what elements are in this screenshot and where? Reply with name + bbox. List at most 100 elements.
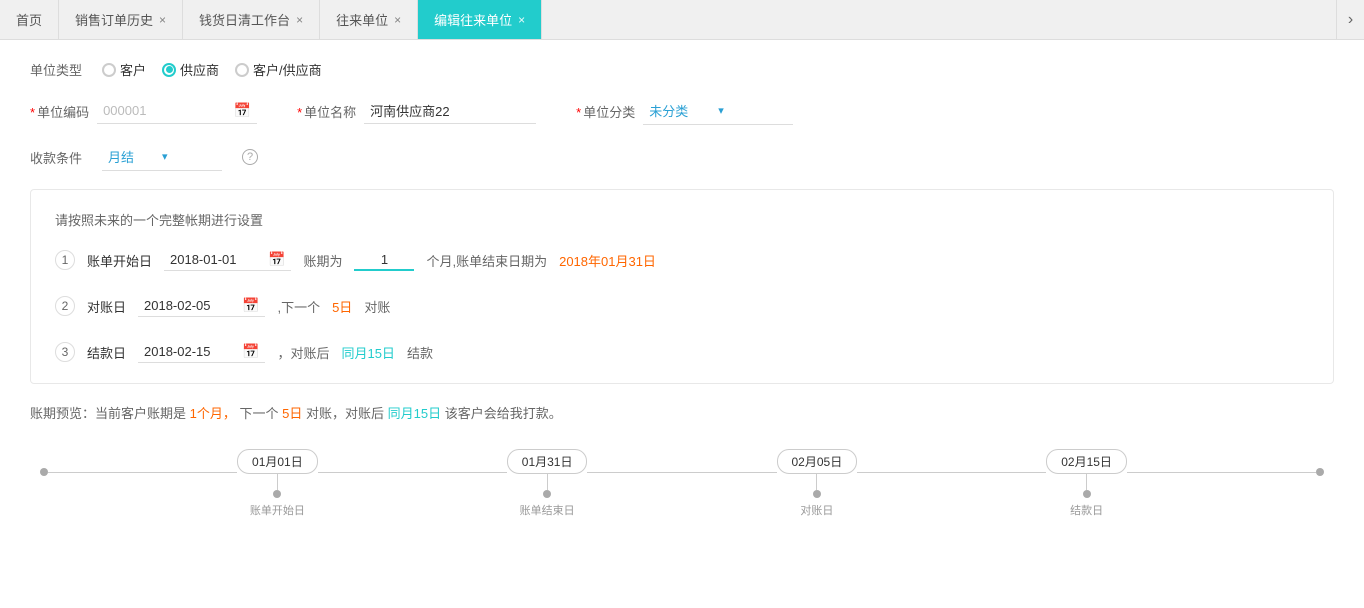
payment-suffix: 结款 xyxy=(407,343,433,362)
timeline-node-2: 01月31日 账单结束日 xyxy=(507,449,588,518)
timeline-node-4-badge: 02月15日 xyxy=(1046,449,1127,474)
tab-scroll-right[interactable]: › xyxy=(1336,0,1364,39)
setting-row-3: 3 结款日 📅 ，对账后 同月15日 结款 xyxy=(55,341,1309,363)
reconcile-date-field[interactable]: 📅 xyxy=(138,295,265,317)
payment-day-highlight: 同月15日 xyxy=(341,343,394,362)
payment-terms-dropdown[interactable]: 月结 ▾ xyxy=(102,143,222,171)
payment-date-input[interactable] xyxy=(144,344,234,359)
timeline-node-1-stem xyxy=(277,474,278,490)
unit-info-row: *单位编码 📅 *单位名称 *单位分类 未分类 ▾ xyxy=(30,97,1334,125)
row-num-3: 3 xyxy=(55,342,75,362)
settings-panel: 请按照未来的一个完整帐期进行设置 1 账单开始日 📅 账期为 个月,账单结束日期… xyxy=(30,189,1334,384)
unit-code-picker-icon[interactable]: 📅 xyxy=(234,102,251,119)
timeline-line-5 xyxy=(1127,472,1316,473)
radio-supplier-label: 供应商 xyxy=(180,60,219,79)
timeline-node-3-stem xyxy=(816,474,817,490)
tab-bar: 首页 销售订单历史 × 钱货日清工作台 × 往来单位 × 编辑往来单位 × › xyxy=(0,0,1364,40)
reconcile-calendar-icon[interactable]: 📅 xyxy=(242,297,259,314)
tab-edit-partner-close[interactable]: × xyxy=(518,13,525,27)
timeline-node-3-dot xyxy=(813,490,821,498)
timeline-left-dot xyxy=(40,468,48,476)
tab-partner-label: 往来单位 xyxy=(336,10,388,29)
bill-start-date-field[interactable]: 📅 xyxy=(164,249,291,271)
tab-sales-history-close[interactable]: × xyxy=(159,13,166,27)
unit-name-input[interactable] xyxy=(370,103,530,118)
radio-customer-supplier-label: 客户/供应商 xyxy=(253,60,322,79)
tab-edit-partner-label: 编辑往来单位 xyxy=(434,10,512,29)
payment-date-calendar-icon[interactable]: 📅 xyxy=(242,343,259,360)
setting-row-2: 2 对账日 📅 ,下一个 5日 对账 xyxy=(55,295,1309,317)
radio-customer-supplier[interactable]: 客户/供应商 xyxy=(235,60,322,79)
preview-highlight1: 1个月， xyxy=(190,406,236,421)
unit-code-field[interactable]: 📅 xyxy=(97,98,257,124)
tab-sales-history-label: 销售订单历史 xyxy=(75,10,153,29)
preview-highlight2: 5日 xyxy=(282,406,302,421)
payment-prefix: ，对账后 xyxy=(277,343,329,362)
timeline-line-4 xyxy=(857,472,1046,473)
unit-code-input[interactable] xyxy=(103,103,230,118)
reconcile-label: 对账日 xyxy=(87,297,126,316)
radio-customer-label: 客户 xyxy=(120,60,146,79)
timeline-node-1: 01月01日 账单开始日 xyxy=(237,449,318,518)
timeline-node-4-dot xyxy=(1083,490,1091,498)
payment-terms-label: 收款条件 xyxy=(30,148,82,167)
radio-supplier[interactable]: 供应商 xyxy=(162,60,219,79)
tab-home-label: 首页 xyxy=(16,10,42,29)
timeline-line-3 xyxy=(587,472,776,473)
tab-partner[interactable]: 往来单位 × xyxy=(320,0,418,39)
timeline-node-4-label: 结款日 xyxy=(1070,502,1103,518)
tab-cash-work-close[interactable]: × xyxy=(296,13,303,27)
main-content: 单位类型 客户 供应商 客户/供应商 *单位编码 📅 xyxy=(0,40,1364,608)
tab-partner-close[interactable]: × xyxy=(394,13,401,27)
bill-end-date-highlight: 2018年01月31日 xyxy=(559,251,656,270)
preview-suffix: 该客户会给我打款。 xyxy=(445,406,562,421)
timeline-node-4: 02月15日 结款日 xyxy=(1046,449,1127,518)
preview-text2: 对账，对账后 xyxy=(306,406,384,421)
tab-cash-work[interactable]: 钱货日清工作台 × xyxy=(183,0,320,39)
tab-cash-work-label: 钱货日清工作台 xyxy=(199,10,290,29)
row-num-2: 2 xyxy=(55,296,75,316)
setting-row-1: 1 账单开始日 📅 账期为 个月,账单结束日期为 2018年01月31日 xyxy=(55,249,1309,271)
radio-supplier-circle xyxy=(162,63,176,77)
tab-home[interactable]: 首页 xyxy=(0,0,59,39)
unit-category-dropdown[interactable]: 未分类 ▾ xyxy=(643,97,793,125)
payment-terms-arrow-icon: ▾ xyxy=(162,150,216,163)
timeline-node-2-dot xyxy=(543,490,551,498)
bill-start-calendar-icon[interactable]: 📅 xyxy=(268,251,285,268)
unit-type-label: 单位类型 xyxy=(30,60,82,79)
period-value-input[interactable] xyxy=(354,250,414,271)
radio-customer-supplier-circle xyxy=(235,63,249,77)
period-suffix: 个月,账单结束日期为 xyxy=(426,251,547,270)
unit-name-label: *单位名称 xyxy=(297,102,356,121)
preview-highlight3: 同月15日 xyxy=(388,406,441,421)
reconcile-date-input[interactable] xyxy=(144,298,234,313)
radio-customer[interactable]: 客户 xyxy=(102,60,146,79)
help-icon[interactable]: ? xyxy=(242,149,258,165)
tab-edit-partner[interactable]: 编辑往来单位 × xyxy=(418,0,542,39)
timeline-right-dot xyxy=(1316,468,1324,476)
timeline-node-1-dot xyxy=(273,490,281,498)
preview-middle: 下一个 xyxy=(240,406,279,421)
timeline-node-2-stem xyxy=(547,474,548,490)
reconcile-suffix: 对账 xyxy=(364,297,390,316)
settings-title: 请按照未来的一个完整帐期进行设置 xyxy=(55,210,1309,229)
reconcile-prefix: ,下一个 xyxy=(277,297,320,316)
radio-customer-circle xyxy=(102,63,116,77)
timeline-node-2-badge: 01月31日 xyxy=(507,449,588,474)
reconcile-day-highlight: 5日 xyxy=(332,297,352,316)
preview-prefix: 账期预览：当前客户账期是 xyxy=(30,406,186,421)
unit-category-label: *单位分类 xyxy=(576,102,635,121)
payment-date-label: 结款日 xyxy=(87,343,126,362)
timeline: 01月01日 账单开始日 01月31日 账单结束日 02月05日 对账日 02月… xyxy=(30,449,1334,518)
timeline-node-1-badge: 01月01日 xyxy=(237,449,318,474)
preview-section: 账期预览：当前客户账期是 1个月， 下一个 5日 对账，对账后 同月15日 该客… xyxy=(30,404,1334,425)
timeline-node-1-label: 账单开始日 xyxy=(250,502,305,518)
bill-start-date-input[interactable] xyxy=(170,252,260,267)
bill-start-label: 账单开始日 xyxy=(87,251,152,270)
payment-terms-value: 月结 xyxy=(108,147,162,166)
unit-code-label: *单位编码 xyxy=(30,102,89,121)
tab-sales-history[interactable]: 销售订单历史 × xyxy=(59,0,183,39)
payment-date-field[interactable]: 📅 xyxy=(138,341,265,363)
unit-type-row: 单位类型 客户 供应商 客户/供应商 xyxy=(30,60,1334,79)
row-num-1: 1 xyxy=(55,250,75,270)
